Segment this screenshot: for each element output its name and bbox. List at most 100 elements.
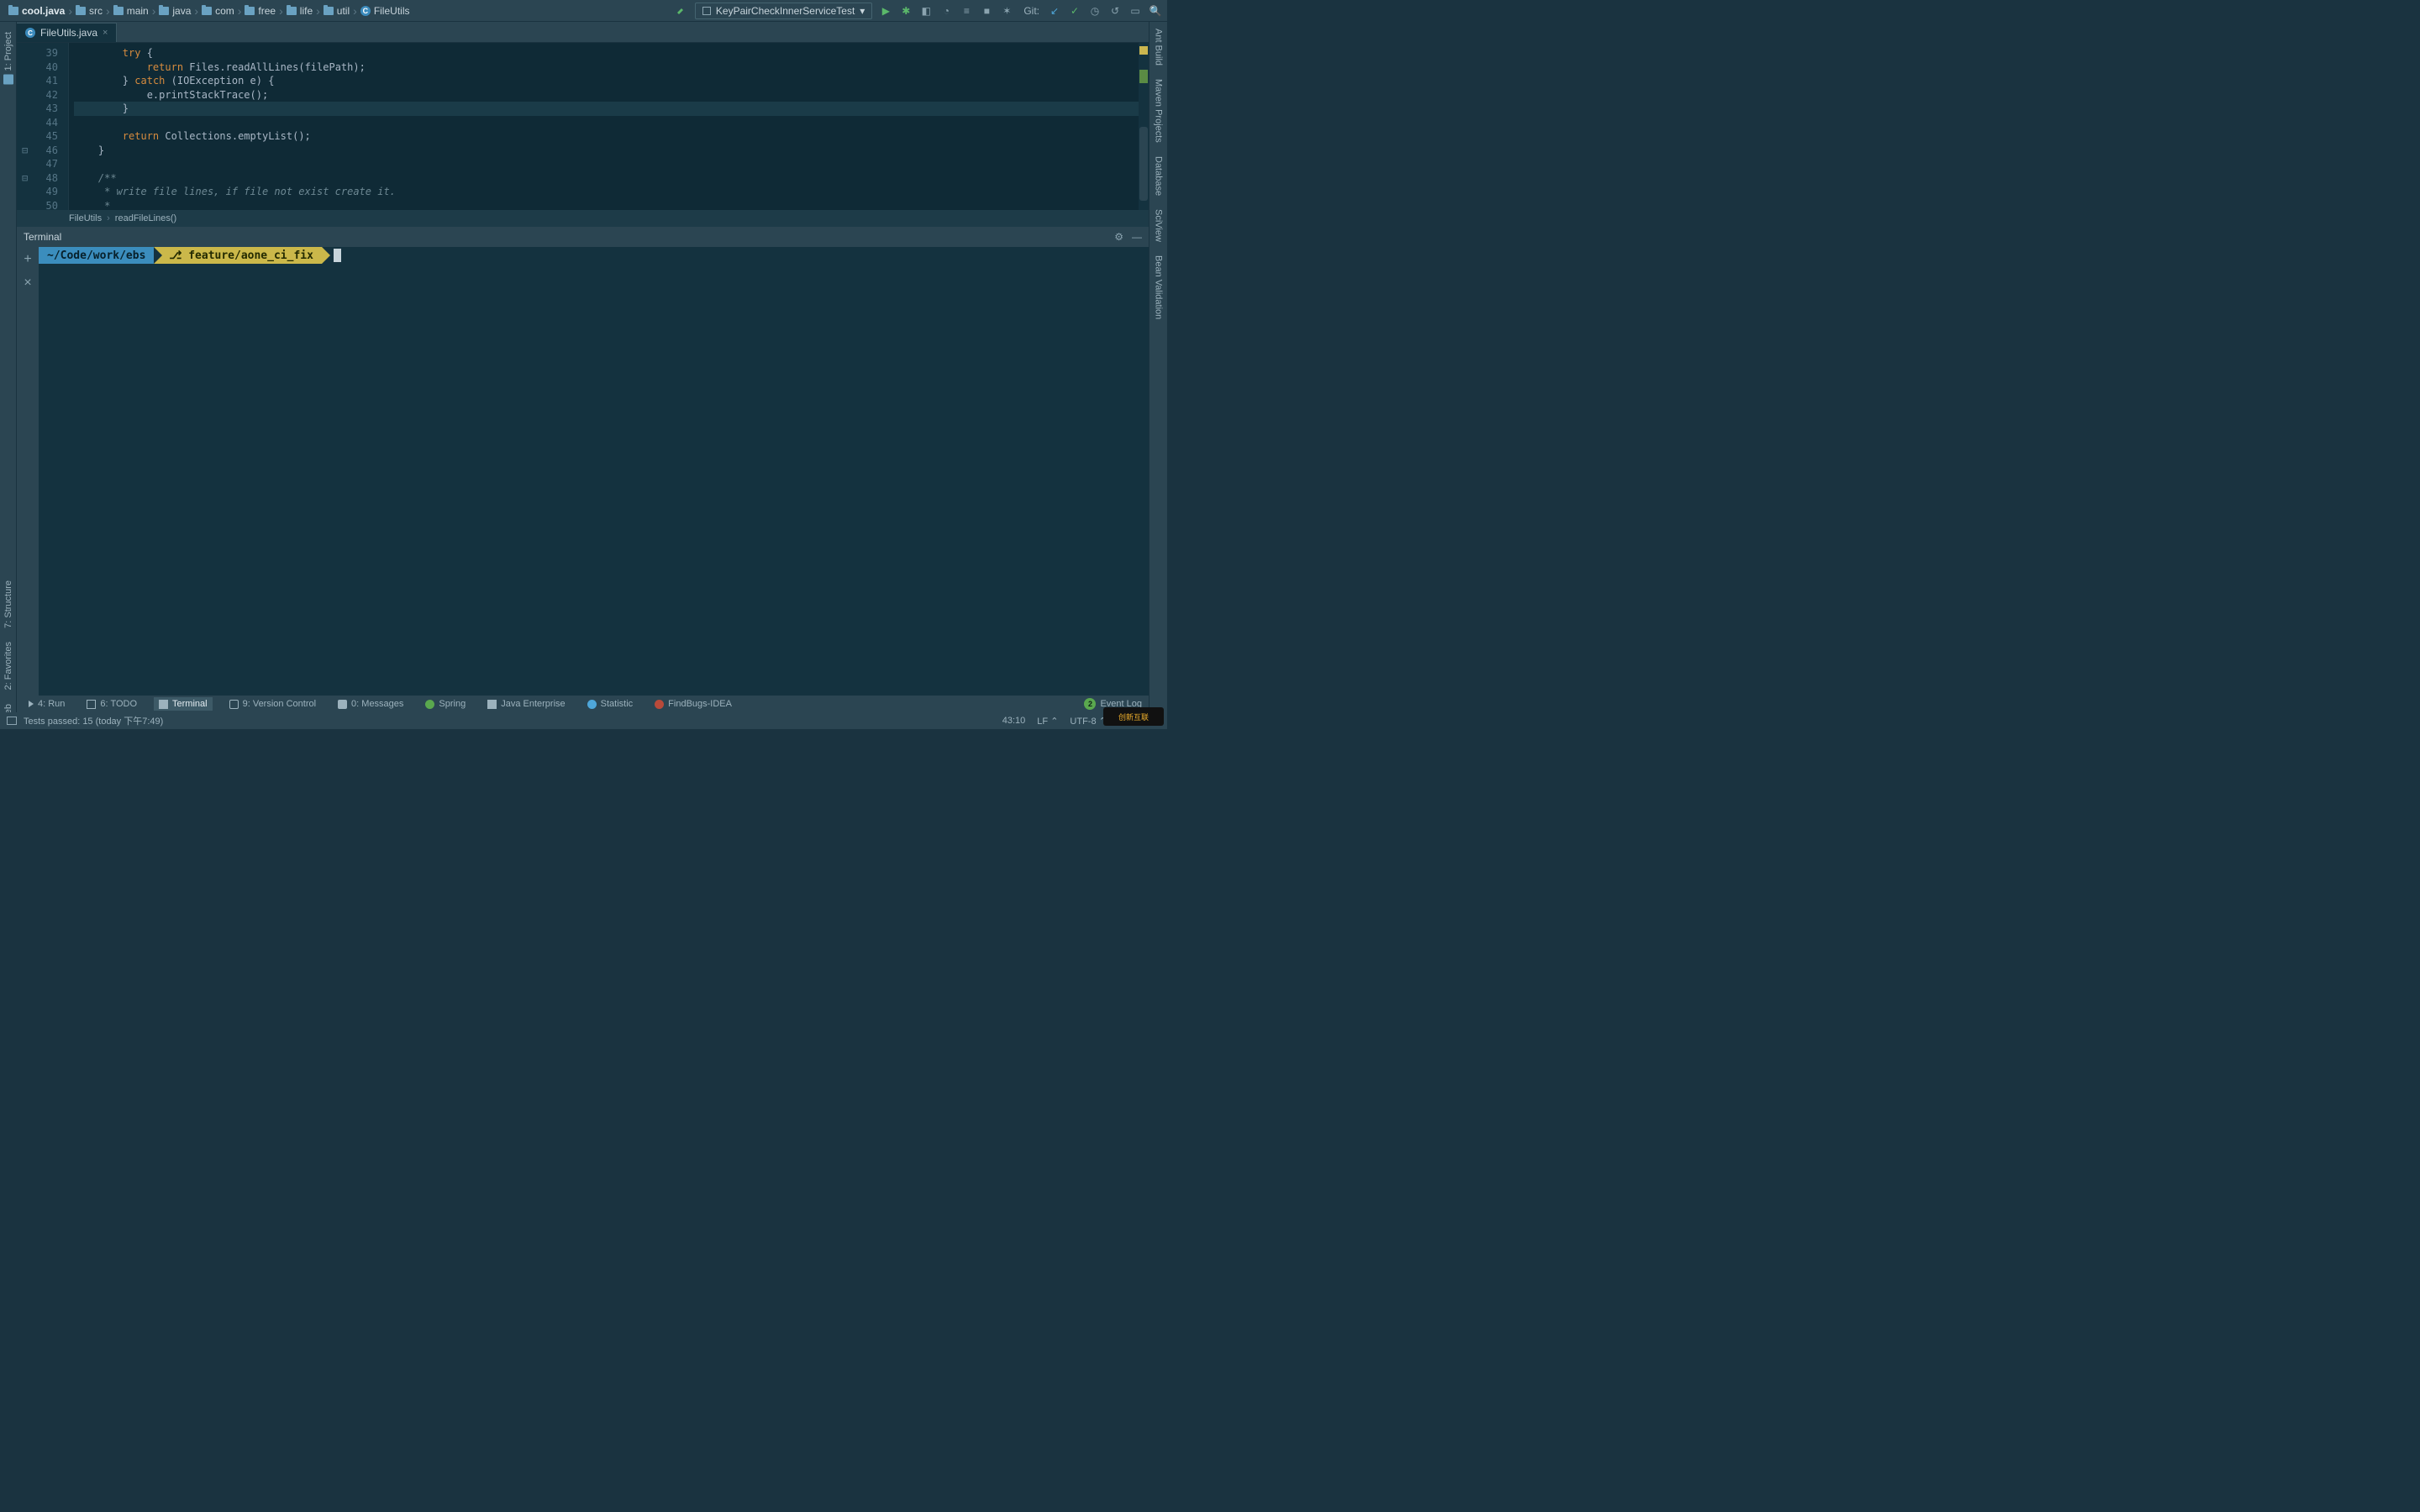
warning-marker[interactable] bbox=[1139, 46, 1148, 55]
wand-icon[interactable]: ✶ bbox=[1000, 4, 1013, 18]
open-folder-icon[interactable]: ▭ bbox=[1128, 4, 1142, 18]
encoding[interactable]: UTF-8 ⌃ bbox=[1070, 716, 1106, 727]
maven-projects-button[interactable]: Maven Projects bbox=[1152, 72, 1165, 150]
bean-validation-button[interactable]: Bean Validation bbox=[1152, 249, 1165, 326]
left-tool-stripe: 1: Project 7: Structure 2: Favorites Web bbox=[0, 22, 17, 729]
git-label: Git: bbox=[1023, 5, 1039, 17]
code-breadcrumb[interactable]: FileUtils › readFileLines() bbox=[17, 210, 1149, 227]
breadcrumb-segment[interactable]: com bbox=[198, 5, 238, 17]
breadcrumb-class[interactable]: FileUtils bbox=[69, 213, 102, 223]
run-configuration-select[interactable]: KeyPairCheckInnerServiceTest ▾ bbox=[695, 3, 872, 19]
tab-label: FileUtils.java bbox=[40, 27, 97, 39]
terminal-content[interactable]: ~/Code/work/ebs ⎇ feature/aone_ci_fix bbox=[39, 247, 1149, 696]
breadcrumb-method[interactable]: readFileLines() bbox=[115, 213, 176, 223]
messages-tool-button[interactable]: 0: Messages bbox=[333, 697, 408, 711]
line-separator[interactable]: LF ⌃ bbox=[1037, 716, 1058, 727]
code-line[interactable]: try { bbox=[74, 46, 1149, 60]
prompt-path: ~/Code/work/ebs bbox=[39, 247, 154, 264]
breadcrumb-segment[interactable]: cool.java bbox=[5, 5, 68, 17]
bottom-tool-bar: 4: Run 6: TODO Terminal 9: Version Contr… bbox=[17, 696, 1149, 712]
git-revert-icon[interactable]: ↺ bbox=[1108, 4, 1122, 18]
database-button[interactable]: Database bbox=[1152, 150, 1165, 202]
terminal-sidebar: + × bbox=[17, 247, 39, 696]
event-badge: 2 bbox=[1084, 698, 1096, 710]
git-commit-icon[interactable]: ✓ bbox=[1068, 4, 1081, 18]
code-line[interactable]: * write file lines, if file not exist cr… bbox=[74, 185, 1149, 199]
breadcrumb[interactable]: cool.java›src›main›java›com›free›life›ut… bbox=[5, 4, 413, 18]
breadcrumb-segment[interactable]: CFileUtils bbox=[357, 5, 413, 17]
config-icon bbox=[702, 7, 711, 15]
code-line[interactable] bbox=[74, 157, 1149, 171]
breadcrumb-segment[interactable]: src bbox=[72, 5, 106, 17]
code-line[interactable]: } bbox=[74, 144, 1149, 158]
code-editor[interactable]: 39404142434445⊟4647⊟484950 try { return … bbox=[17, 43, 1149, 210]
folder-icon bbox=[287, 7, 297, 15]
terminal-title: Terminal bbox=[24, 231, 61, 243]
java-ee-tool-button[interactable]: Java Enterprise bbox=[482, 697, 570, 711]
run-icon[interactable]: ▶ bbox=[879, 4, 892, 18]
code-body[interactable]: try { return Files.readAllLines(filePath… bbox=[69, 43, 1149, 210]
folder-icon bbox=[8, 7, 18, 15]
findbugs-tool-button[interactable]: FindBugs-IDEA bbox=[650, 697, 737, 711]
breadcrumb-segment[interactable]: java bbox=[155, 5, 194, 17]
code-line[interactable]: e.printStackTrace(); bbox=[74, 88, 1149, 102]
run-config-label: KeyPairCheckInnerServiceTest bbox=[716, 5, 855, 17]
spring-tool-button[interactable]: Spring bbox=[420, 697, 471, 711]
minimize-icon[interactable]: — bbox=[1132, 231, 1142, 243]
folder-icon bbox=[76, 7, 86, 15]
structure-tool-button[interactable]: 7: Structure bbox=[2, 574, 15, 635]
close-session-button[interactable]: × bbox=[24, 276, 31, 291]
terminal-tool-button[interactable]: Terminal bbox=[154, 697, 213, 711]
folder-icon bbox=[245, 7, 255, 15]
gear-icon[interactable]: ⚙ bbox=[1114, 231, 1123, 243]
search-icon[interactable]: 🔍 bbox=[1149, 4, 1162, 18]
breadcrumb-segment[interactable]: util bbox=[320, 5, 353, 17]
editor-tabs: C FileUtils.java × bbox=[0, 22, 1167, 43]
git-update-icon[interactable]: ↙ bbox=[1048, 4, 1061, 18]
code-line[interactable]: } catch (IOException e) { bbox=[74, 74, 1149, 88]
code-line[interactable]: return Files.readAllLines(filePath); bbox=[74, 60, 1149, 75]
debug-icon[interactable]: ✱ bbox=[899, 4, 913, 18]
folder-icon bbox=[324, 7, 334, 15]
version-control-tool-button[interactable]: 9: Version Control bbox=[224, 697, 321, 711]
toolbar: KeyPairCheckInnerServiceTest ▾ ▶ ✱ ◧ ◔ ≡… bbox=[675, 3, 1162, 19]
gutter[interactable]: 39404142434445⊟4647⊟484950 bbox=[17, 43, 69, 210]
folder-icon bbox=[202, 7, 212, 15]
code-line[interactable] bbox=[74, 116, 1149, 130]
class-icon: C bbox=[360, 6, 371, 16]
build-icon[interactable] bbox=[675, 4, 688, 18]
profile-icon[interactable]: ◔ bbox=[939, 4, 953, 18]
coverage-icon[interactable]: ◧ bbox=[919, 4, 933, 18]
git-history-icon[interactable]: ◷ bbox=[1088, 4, 1102, 18]
breadcrumb-segment[interactable]: main bbox=[110, 5, 152, 17]
editor-tab[interactable]: C FileUtils.java × bbox=[17, 23, 117, 42]
attach-icon[interactable]: ≡ bbox=[960, 4, 973, 18]
status-bar: Tests passed: 15 (today 下午7:49) 43:10 LF… bbox=[0, 712, 1167, 729]
prompt-branch: ⎇ feature/aone_ci_fix bbox=[154, 247, 322, 264]
close-icon[interactable]: × bbox=[103, 28, 108, 38]
terminal-cursor bbox=[334, 249, 341, 262]
terminal-header: Terminal ⚙ — bbox=[17, 227, 1149, 247]
favorites-tool-button[interactable]: 2: Favorites bbox=[2, 635, 15, 696]
stop-icon[interactable]: ■ bbox=[980, 4, 993, 18]
prompt: ~/Code/work/ebs ⎇ feature/aone_ci_fix bbox=[39, 247, 1149, 264]
new-session-button[interactable]: + bbox=[24, 252, 31, 267]
sciview-button[interactable]: SciView bbox=[1152, 202, 1165, 249]
todo-tool-button[interactable]: 6: TODO bbox=[82, 697, 142, 711]
caret-position[interactable]: 43:10 bbox=[1002, 716, 1026, 726]
breadcrumb-sep: › bbox=[107, 213, 110, 223]
folder-icon bbox=[159, 7, 169, 15]
project-tool-button[interactable]: 1: Project bbox=[2, 25, 15, 91]
ant-build-button[interactable]: Ant Build bbox=[1152, 22, 1165, 72]
code-line[interactable]: return Collections.emptyList(); bbox=[74, 129, 1149, 144]
breadcrumb-segment[interactable]: free bbox=[241, 5, 279, 17]
scrollbar-thumb[interactable] bbox=[1139, 127, 1148, 201]
scroll-markers[interactable] bbox=[1139, 43, 1149, 210]
code-line[interactable]: } bbox=[74, 102, 1149, 116]
chevron-down-icon: ▾ bbox=[860, 5, 865, 17]
run-tool-button[interactable]: 4: Run bbox=[24, 697, 70, 711]
breadcrumb-segment[interactable]: life bbox=[283, 5, 316, 17]
tool-window-icon[interactable] bbox=[7, 717, 17, 725]
statistic-tool-button[interactable]: Statistic bbox=[582, 697, 639, 711]
code-line[interactable]: /** bbox=[74, 171, 1149, 186]
